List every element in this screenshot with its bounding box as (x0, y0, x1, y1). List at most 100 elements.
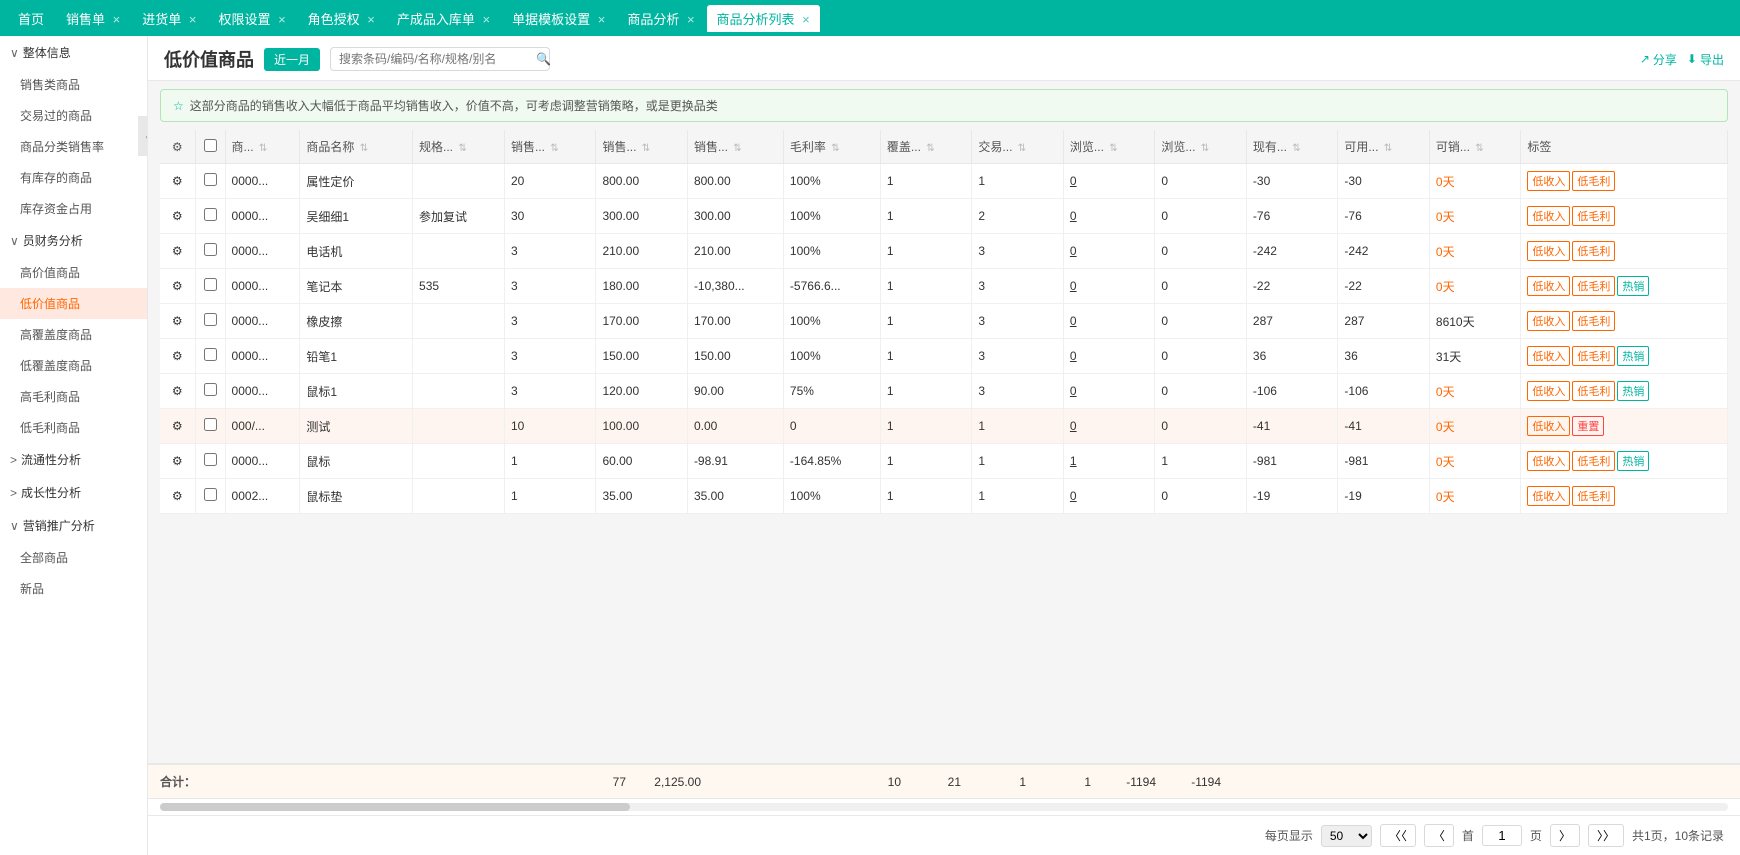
close-icon[interactable]: × (278, 12, 286, 27)
row-browse1[interactable]: 0 (1063, 409, 1155, 444)
row-checkbox[interactable] (195, 269, 225, 304)
row-name[interactable]: 铅笔1 (300, 339, 413, 374)
row-gear[interactable]: ⚙ (160, 374, 195, 409)
close-icon[interactable]: × (189, 12, 197, 27)
row-select-checkbox[interactable] (204, 383, 217, 396)
sidebar-item-low-coverage[interactable]: 低覆盖度商品 (0, 350, 147, 381)
sidebar-section-flow[interactable]: > 流通性分析 (0, 443, 147, 476)
nav-analysis-list[interactable]: 商品分析列表 × (707, 5, 820, 32)
row-select-checkbox[interactable] (204, 453, 217, 466)
nav-home[interactable]: 首页 (8, 5, 54, 32)
nav-sales[interactable]: 销售单 × (56, 5, 130, 32)
browse-link[interactable]: 0 (1070, 174, 1077, 188)
nav-permissions[interactable]: 权限设置 × (208, 5, 295, 32)
sidebar-item-high-value[interactable]: 高价值商品 (0, 257, 147, 288)
row-select-checkbox[interactable] (204, 488, 217, 501)
row-name[interactable]: 属性定价 (300, 164, 413, 199)
row-browse1[interactable]: 0 (1063, 304, 1155, 339)
page-number-input[interactable] (1482, 825, 1522, 846)
browse-link[interactable]: 0 (1070, 349, 1077, 363)
last-page-button[interactable]: 〉〉 (1588, 824, 1624, 847)
close-icon[interactable]: × (113, 12, 121, 27)
browse-link[interactable]: 0 (1070, 419, 1077, 433)
search-icon[interactable]: 🔍 (536, 52, 551, 66)
share-button[interactable]: ↗ 分享 (1640, 51, 1677, 68)
row-checkbox[interactable] (195, 199, 225, 234)
browse-link[interactable]: 0 (1070, 244, 1077, 258)
row-gear[interactable]: ⚙ (160, 479, 195, 514)
nav-analysis[interactable]: 商品分析 × (617, 5, 704, 32)
sidebar-item-low-value[interactable]: 低价值商品 (0, 288, 147, 319)
row-browse1[interactable]: 0 (1063, 164, 1155, 199)
row-browse1[interactable]: 1 (1063, 444, 1155, 479)
row-browse1[interactable]: 0 (1063, 269, 1155, 304)
close-icon[interactable]: × (367, 12, 375, 27)
row-name[interactable]: 笔记本 (300, 269, 413, 304)
close-icon[interactable]: × (687, 12, 695, 27)
row-checkbox[interactable] (195, 409, 225, 444)
row-select-checkbox[interactable] (204, 278, 217, 291)
browse-link[interactable]: 0 (1070, 279, 1077, 293)
row-browse1[interactable]: 0 (1063, 234, 1155, 269)
row-name[interactable]: 鼠标 (300, 444, 413, 479)
prev-page-button[interactable]: 〈 (1424, 824, 1454, 847)
th-gear[interactable]: ⚙ (160, 130, 195, 164)
row-gear[interactable]: ⚙ (160, 409, 195, 444)
row-name[interactable]: 鼠标垫 (300, 479, 413, 514)
row-browse1[interactable]: 0 (1063, 339, 1155, 374)
sidebar-item-high-coverage[interactable]: 高覆盖度商品 (0, 319, 147, 350)
browse-link[interactable]: 0 (1070, 314, 1077, 328)
first-page-button[interactable]: 〈〈 (1380, 824, 1416, 847)
scroll-thumb[interactable] (160, 803, 630, 811)
sidebar-item-new-products[interactable]: 新品 (0, 573, 147, 604)
row-gear[interactable]: ⚙ (160, 199, 195, 234)
row-select-checkbox[interactable] (204, 243, 217, 256)
sidebar-section-marketing[interactable]: ∨ 营销推广分析 (0, 509, 147, 542)
sidebar-item-sales-products[interactable]: 销售类商品 (0, 69, 147, 100)
row-gear[interactable]: ⚙ (160, 234, 195, 269)
sidebar-item-high-margin[interactable]: 高毛利商品 (0, 381, 147, 412)
th-checkbox[interactable] (195, 130, 225, 164)
sidebar-section-finance[interactable]: ∨ 员财务分析 (0, 224, 147, 257)
browse-link[interactable]: 0 (1070, 489, 1077, 503)
nav-purchase[interactable]: 进货单 × (132, 5, 206, 32)
row-browse1[interactable]: 0 (1063, 479, 1155, 514)
row-browse1[interactable]: 0 (1063, 374, 1155, 409)
per-page-select[interactable]: 50 100 200 (1321, 825, 1372, 847)
row-gear[interactable]: ⚙ (160, 304, 195, 339)
row-checkbox[interactable] (195, 339, 225, 374)
filter-period-button[interactable]: 近一月 (264, 48, 320, 71)
close-icon[interactable]: × (802, 12, 810, 27)
row-checkbox[interactable] (195, 234, 225, 269)
row-browse1[interactable]: 0 (1063, 199, 1155, 234)
row-name[interactable]: 鼠标1 (300, 374, 413, 409)
sidebar-item-traded-products[interactable]: 交易过的商品 (0, 100, 147, 131)
row-select-checkbox[interactable] (204, 418, 217, 431)
row-checkbox[interactable] (195, 479, 225, 514)
sidebar-item-stock-funds[interactable]: 库存资金占用 (0, 193, 147, 224)
nav-products-in[interactable]: 产成品入库单 × (387, 5, 500, 32)
search-input[interactable] (330, 47, 550, 71)
sidebar-section-growth[interactable]: > 成长性分析 (0, 476, 147, 509)
select-all-checkbox[interactable] (204, 139, 217, 152)
row-select-checkbox[interactable] (204, 313, 217, 326)
sidebar-collapse-button[interactable]: 《 (138, 116, 148, 156)
row-name[interactable]: 橡皮擦 (300, 304, 413, 339)
horizontal-scrollbar[interactable] (148, 798, 1740, 815)
row-gear[interactable]: ⚙ (160, 269, 195, 304)
row-select-checkbox[interactable] (204, 208, 217, 221)
row-name[interactable]: 吴细细1 (300, 199, 413, 234)
row-gear[interactable]: ⚙ (160, 164, 195, 199)
row-gear[interactable]: ⚙ (160, 339, 195, 374)
row-gear[interactable]: ⚙ (160, 444, 195, 479)
nav-roles[interactable]: 角色授权 × (298, 5, 385, 32)
row-checkbox[interactable] (195, 374, 225, 409)
sidebar-section-overall[interactable]: ∨ 整体信息 (0, 36, 147, 69)
row-name[interactable]: 测试 (300, 409, 413, 444)
row-select-checkbox[interactable] (204, 173, 217, 186)
row-checkbox[interactable] (195, 444, 225, 479)
browse-link[interactable]: 0 (1070, 209, 1077, 223)
row-select-checkbox[interactable] (204, 348, 217, 361)
row-name[interactable]: 电话机 (300, 234, 413, 269)
next-page-button[interactable]: 〉 (1550, 824, 1580, 847)
